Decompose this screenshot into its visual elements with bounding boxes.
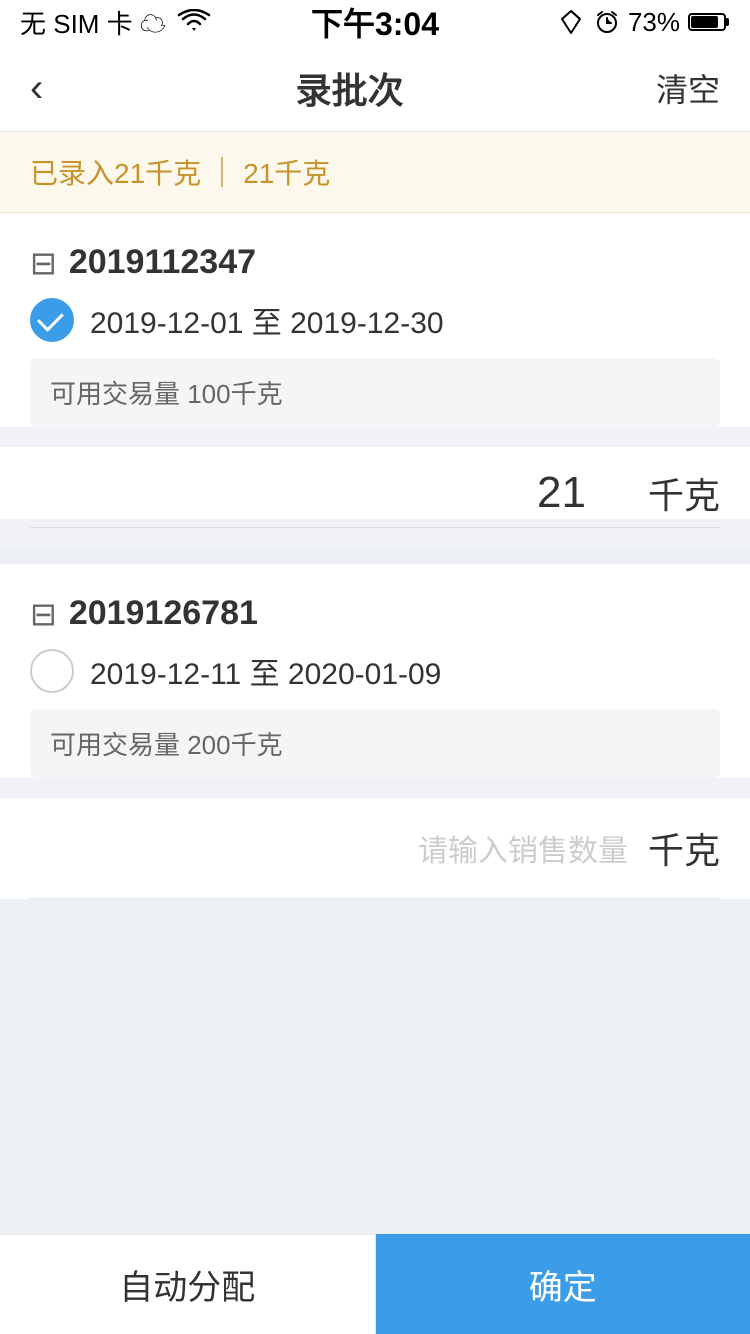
batch-1-date-row: 2019-12-01 至 2019-12-30 xyxy=(30,298,720,342)
alarm-icon xyxy=(594,9,620,35)
recorded-quantity: 已录入21千克 xyxy=(30,152,201,192)
batch-1-availability: 可用交易量 100千克 xyxy=(30,358,720,427)
batch-1-header: ⊟ 2019112347 xyxy=(30,243,720,282)
total-quantity: 21千克 xyxy=(243,152,330,192)
batch-2-date-row: 2019-12-11 至 2020-01-09 xyxy=(30,649,720,693)
batch-2-id: 2019126781 xyxy=(69,594,258,633)
nav-bar: ‹ 录批次 清空 xyxy=(0,44,750,132)
batch-2-date: 2019-12-11 至 2020-01-09 xyxy=(90,649,441,693)
banner-divider xyxy=(221,157,223,187)
battery-icon xyxy=(688,11,730,33)
batch-2-availability: 可用交易量 200千克 xyxy=(30,709,720,778)
batch-2-radio[interactable] xyxy=(30,649,74,693)
batch-2-input-placeholder: 请输入销售数量 xyxy=(30,826,628,870)
batch-1-radio[interactable] xyxy=(30,298,74,342)
batch-1-quantity-value: 21 xyxy=(537,468,586,518)
batch-2-header: ⊟ 2019126781 xyxy=(30,594,720,633)
auto-distribute-button[interactable]: 自动分配 xyxy=(0,1234,376,1334)
battery-percent: 73% xyxy=(628,7,680,38)
batch-2-input-row: 请输入销售数量 千克 xyxy=(30,798,720,899)
sim-text: 无 SIM 卡 ☁ xyxy=(20,4,166,41)
wifi-icon xyxy=(176,9,212,35)
batch-2-card: ⊟ 2019126781 2019-12-11 至 2020-01-09 可用交… xyxy=(0,564,750,778)
batch-1-card: ⊟ 2019112347 2019-12-01 至 2019-12-30 可用交… xyxy=(0,213,750,427)
batch-1-unit: 千克 xyxy=(648,467,720,519)
batch-2-unit: 千克 xyxy=(648,822,720,874)
batch-1-id: 2019112347 xyxy=(69,243,256,282)
back-button[interactable]: ‹ xyxy=(30,68,43,108)
batch-2-input-area: 请输入销售数量 千克 xyxy=(0,798,750,899)
clear-button[interactable]: 清空 xyxy=(656,65,720,111)
batch-1-quantity-row: 21 千克 xyxy=(0,447,750,519)
info-banner: 已录入21千克 21千克 xyxy=(0,132,750,213)
batch-2-icon: ⊟ xyxy=(30,595,57,633)
confirm-button[interactable]: 确定 xyxy=(376,1234,750,1334)
batch-1-underline xyxy=(30,527,720,528)
location-icon xyxy=(560,9,582,35)
status-time: 下午3:04 xyxy=(311,0,439,45)
batch-1-icon: ⊟ xyxy=(30,244,57,282)
batch-1-date: 2019-12-01 至 2019-12-30 xyxy=(90,298,444,342)
section-divider xyxy=(0,548,750,564)
page-title: 录批次 xyxy=(296,62,404,114)
bottom-bar: 自动分配 确定 xyxy=(0,1234,750,1334)
status-left: 无 SIM 卡 ☁ xyxy=(20,4,212,41)
status-bar: 无 SIM 卡 ☁ 下午3:04 73% xyxy=(0,0,750,44)
status-right: 73% xyxy=(560,7,730,38)
